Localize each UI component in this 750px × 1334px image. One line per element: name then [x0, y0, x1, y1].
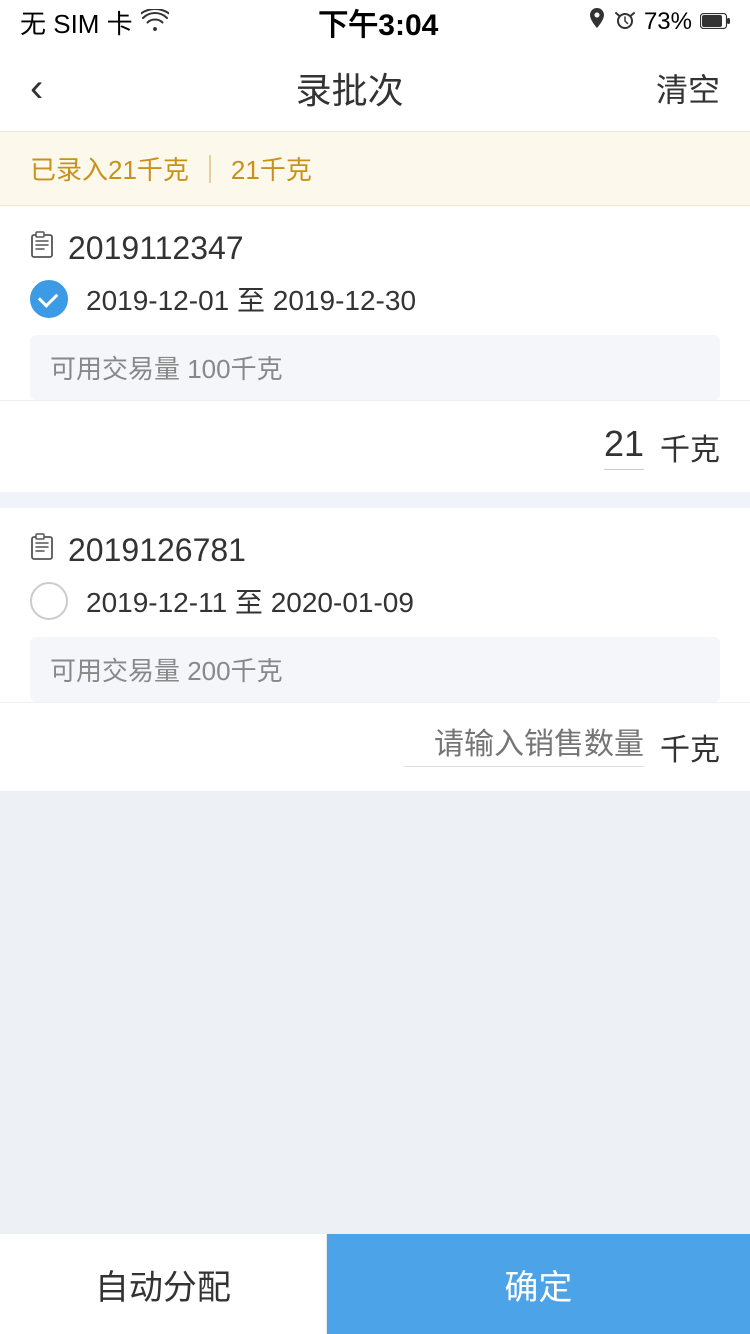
status-bar: 无 SIM 卡 下午3:04 73% — [0, 0, 750, 44]
alarm-icon — [614, 8, 636, 37]
carrier-text: 无 SIM 卡 — [20, 4, 133, 41]
batch-2-available-box: 可用交易量 200千克 — [30, 637, 720, 702]
info-banner: 已录入21千克 21千克 — [0, 132, 750, 206]
page-title: 录批次 — [296, 62, 404, 114]
batch-1-date: 2019-12-01 至 2019-12-30 — [86, 279, 416, 319]
batch-1-quantity-number: 21 — [604, 423, 644, 464]
status-left: 无 SIM 卡 — [20, 4, 169, 41]
batch-1-quantity-row: 21 千克 — [0, 400, 750, 492]
batch-card-1: 2019112347 2019-12-01 至 2019-12-30 可用交易量… — [0, 206, 750, 400]
banner-divider — [209, 155, 211, 183]
back-button[interactable]: ‹ — [30, 68, 43, 108]
clear-button[interactable]: 清空 — [656, 65, 720, 111]
batch-1-unit: 千克 — [660, 425, 720, 469]
wifi-icon — [141, 7, 169, 38]
batch-2-header: 2019126781 — [30, 532, 720, 569]
bottom-bar: 自动分配 确定 — [0, 1234, 750, 1334]
batch-1-available-box: 可用交易量 100千克 — [30, 335, 720, 400]
batch-2-radio[interactable] — [30, 582, 68, 620]
batch-2-date-row[interactable]: 2019-12-11 至 2020-01-09 — [30, 581, 720, 621]
nav-bar: ‹ 录批次 清空 — [0, 44, 750, 132]
batch-2-number: 2019126781 — [68, 532, 246, 569]
batch-1-header: 2019112347 — [30, 230, 720, 267]
batch-1-date-row[interactable]: 2019-12-01 至 2019-12-30 — [30, 279, 720, 319]
recorded-label: 已录入21千克 — [30, 150, 189, 187]
batch-2-date: 2019-12-11 至 2020-01-09 — [86, 581, 414, 621]
batch-1-icon — [30, 231, 58, 267]
status-time: 下午3:04 — [318, 0, 438, 44]
location-icon — [588, 8, 606, 37]
batch-1-radio[interactable] — [30, 280, 68, 318]
battery-text: 73% — [644, 8, 692, 36]
status-right: 73% — [588, 8, 730, 37]
batch-1-quantity-value: 21 — [604, 423, 644, 470]
batch-2-available: 可用交易量 200千克 — [50, 656, 283, 686]
batch-2-input-row[interactable]: 千克 — [0, 702, 750, 791]
main-content: 已录入21千克 21千克 2019112347 2019-12-01 至 201… — [0, 132, 750, 1234]
batch-2-input-wrapper[interactable] — [404, 728, 644, 767]
bottom-spacer — [0, 791, 750, 1234]
batch-2-icon — [30, 533, 58, 569]
batch-1-available: 可用交易量 100千克 — [50, 354, 283, 384]
batch-1-number: 2019112347 — [68, 230, 244, 267]
auto-distribute-button[interactable]: 自动分配 — [0, 1234, 327, 1334]
batch-card-2: 2019126781 2019-12-11 至 2020-01-09 可用交易量… — [0, 508, 750, 702]
batch-2-unit: 千克 — [660, 725, 720, 769]
battery-icon — [700, 8, 730, 36]
section-divider-1 — [0, 492, 750, 508]
confirm-button[interactable]: 确定 — [327, 1234, 750, 1334]
batch-2-quantity-input[interactable] — [404, 728, 644, 762]
recorded-value: 21千克 — [231, 150, 312, 187]
